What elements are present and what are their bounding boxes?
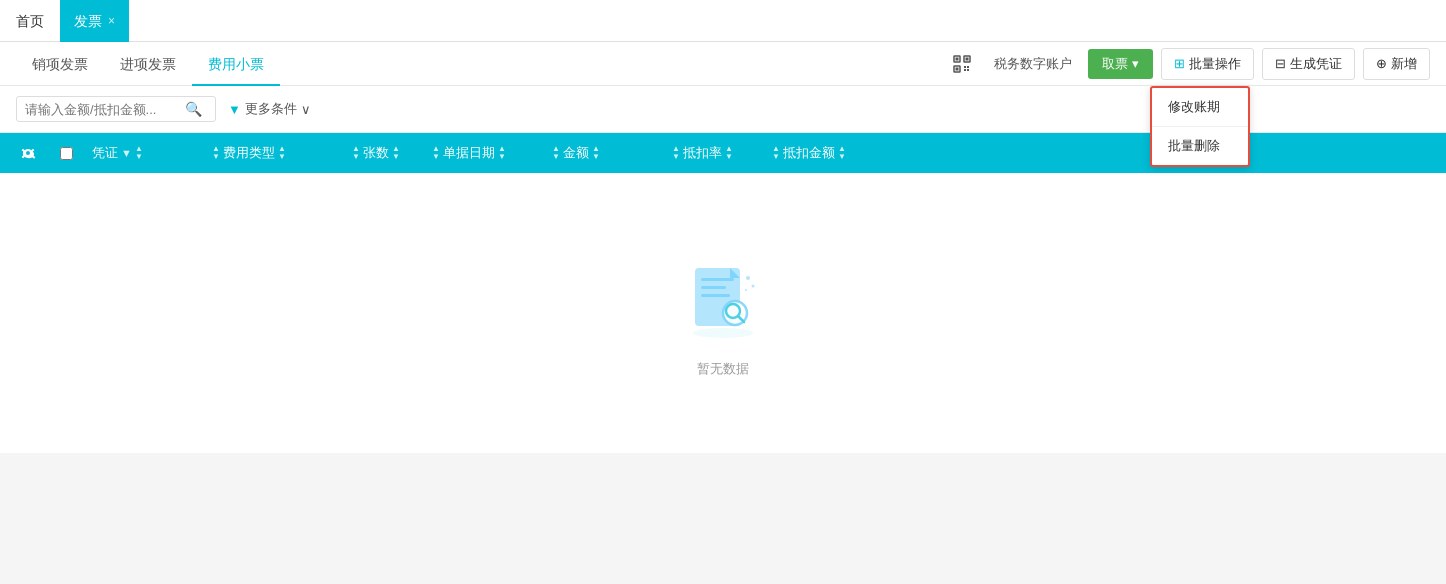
count-col-label: 张数 [363, 144, 389, 162]
search-icon[interactable]: 🔍 [185, 101, 202, 117]
empty-illustration [673, 248, 773, 348]
sub-tabs-left: 销项发票 进项发票 费用小票 [16, 42, 280, 86]
date-sort-right[interactable]: ▲▼ [498, 145, 506, 161]
amount-col-label: 金额 [563, 144, 589, 162]
tax-digital-account-button[interactable]: 税务数字账户 [986, 55, 1080, 73]
amount-sort-right[interactable]: ▲▼ [592, 145, 600, 161]
gear-icon [20, 145, 36, 161]
sub-tabs-bar: 销项发票 进项发票 费用小票 税务数字账户 取票 ▾ ⊞ [0, 42, 1446, 86]
deduct-rate-sort-right[interactable]: ▲▼ [725, 145, 733, 161]
more-conditions-button[interactable]: ▼ 更多条件 ∨ [228, 100, 311, 118]
batch-ops-label: 批量操作 [1189, 55, 1241, 73]
search-input[interactable] [25, 102, 185, 117]
svg-rect-8 [964, 69, 966, 71]
svg-rect-12 [701, 278, 734, 281]
voucher-col-header: 凭证 ▼ ▲▼ [84, 144, 204, 162]
svg-point-19 [752, 285, 755, 288]
chevron-down-icon: ▾ [1132, 56, 1139, 71]
svg-rect-13 [701, 286, 726, 289]
tab-purchase-invoice[interactable]: 进项发票 [104, 42, 192, 86]
svg-point-20 [745, 289, 747, 291]
svg-rect-9 [967, 69, 969, 71]
gen-voucher-label: 生成凭证 [1290, 55, 1342, 73]
get-invoice-label: 取票 [1102, 55, 1128, 73]
expense-type-sort-right[interactable]: ▲▼ [278, 145, 286, 161]
voucher-filter-icon[interactable]: ▼ [121, 147, 132, 159]
expense-type-sort-icon[interactable]: ▲▼ [212, 145, 220, 161]
amount-sort-icon[interactable]: ▲▼ [552, 145, 560, 161]
voucher-col-label: 凭证 [92, 144, 118, 162]
deduct-amount-col-header: ▲▼ 抵扣金额 ▲▼ [764, 144, 884, 162]
batch-ops-dropdown: 修改账期 批量删除 [1150, 86, 1250, 167]
deduct-amount-sort-right[interactable]: ▲▼ [838, 145, 846, 161]
search-wrap: 🔍 [16, 96, 216, 122]
gen-voucher-icon: ⊟ [1275, 56, 1286, 71]
select-all-checkbox[interactable] [60, 147, 73, 160]
empty-state-text: 暂无数据 [697, 360, 749, 378]
get-invoice-button[interactable]: 取票 ▾ [1088, 49, 1153, 79]
qr-icon [952, 54, 972, 74]
toolbar-right: 税务数字账户 取票 ▾ ⊞ 批量操作 ⊟ 生成凭证 ⊕ 新增 修改账期 批量删除 [946, 48, 1430, 80]
new-item-button[interactable]: ⊕ 新增 [1363, 48, 1430, 80]
top-nav: 首页 发票 × [0, 0, 1446, 42]
deduct-rate-col-label: 抵扣率 [683, 144, 722, 162]
gen-voucher-button[interactable]: ⊟ 生成凭证 [1262, 48, 1355, 80]
date-col-label: 单据日期 [443, 144, 495, 162]
deduct-rate-sort-icon[interactable]: ▲▼ [672, 145, 680, 161]
empty-state: 暂无数据 [0, 173, 1446, 453]
batch-ops-button[interactable]: ⊞ 批量操作 [1161, 48, 1254, 80]
voucher-sort-icon[interactable]: ▲▼ [135, 145, 143, 161]
modify-period-item[interactable]: 修改账期 [1152, 88, 1248, 127]
svg-rect-7 [967, 66, 969, 68]
date-col-header: ▲▼ 单据日期 ▲▼ [424, 144, 544, 162]
deduct-rate-col-header: ▲▼ 抵扣率 ▲▼ [664, 144, 764, 162]
settings-col-header[interactable] [8, 145, 48, 161]
count-col-header: ▲▼ 张数 ▲▼ [344, 144, 424, 162]
chevron-down-icon: ∨ [301, 102, 311, 117]
expense-type-col-header: ▲▼ 费用类型 ▲▼ [204, 144, 344, 162]
tab-expense-receipt[interactable]: 费用小票 [192, 42, 280, 86]
new-item-label: 新增 [1391, 55, 1417, 73]
batch-ops-icon: ⊞ [1174, 56, 1185, 71]
more-conditions-label: 更多条件 [245, 100, 297, 118]
svg-rect-6 [964, 66, 966, 68]
svg-rect-1 [956, 57, 959, 60]
amount-col-header: ▲▼ 金额 ▲▼ [544, 144, 664, 162]
count-sort-right[interactable]: ▲▼ [392, 145, 400, 161]
deduct-amount-col-label: 抵扣金额 [783, 144, 835, 162]
plus-icon: ⊕ [1376, 56, 1387, 71]
close-icon[interactable]: × [108, 0, 115, 42]
batch-delete-item[interactable]: 批量删除 [1152, 127, 1248, 165]
svg-rect-5 [956, 67, 959, 70]
expense-type-col-label: 费用类型 [223, 144, 275, 162]
invoice-tab[interactable]: 发票 × [60, 0, 129, 42]
svg-rect-14 [701, 294, 730, 297]
deduct-amount-sort-icon[interactable]: ▲▼ [772, 145, 780, 161]
invoice-tab-label: 发票 [74, 0, 102, 42]
select-all-col-header[interactable] [48, 147, 84, 160]
svg-rect-3 [966, 57, 969, 60]
svg-point-18 [746, 276, 750, 280]
svg-point-10 [693, 328, 753, 338]
date-sort-icon[interactable]: ▲▼ [432, 145, 440, 161]
tab-sales-invoice[interactable]: 销项发票 [16, 42, 104, 86]
filter-icon: ▼ [228, 102, 241, 117]
count-sort-icon[interactable]: ▲▼ [352, 145, 360, 161]
home-tab[interactable]: 首页 [0, 0, 60, 42]
qr-code-button[interactable] [946, 48, 978, 80]
